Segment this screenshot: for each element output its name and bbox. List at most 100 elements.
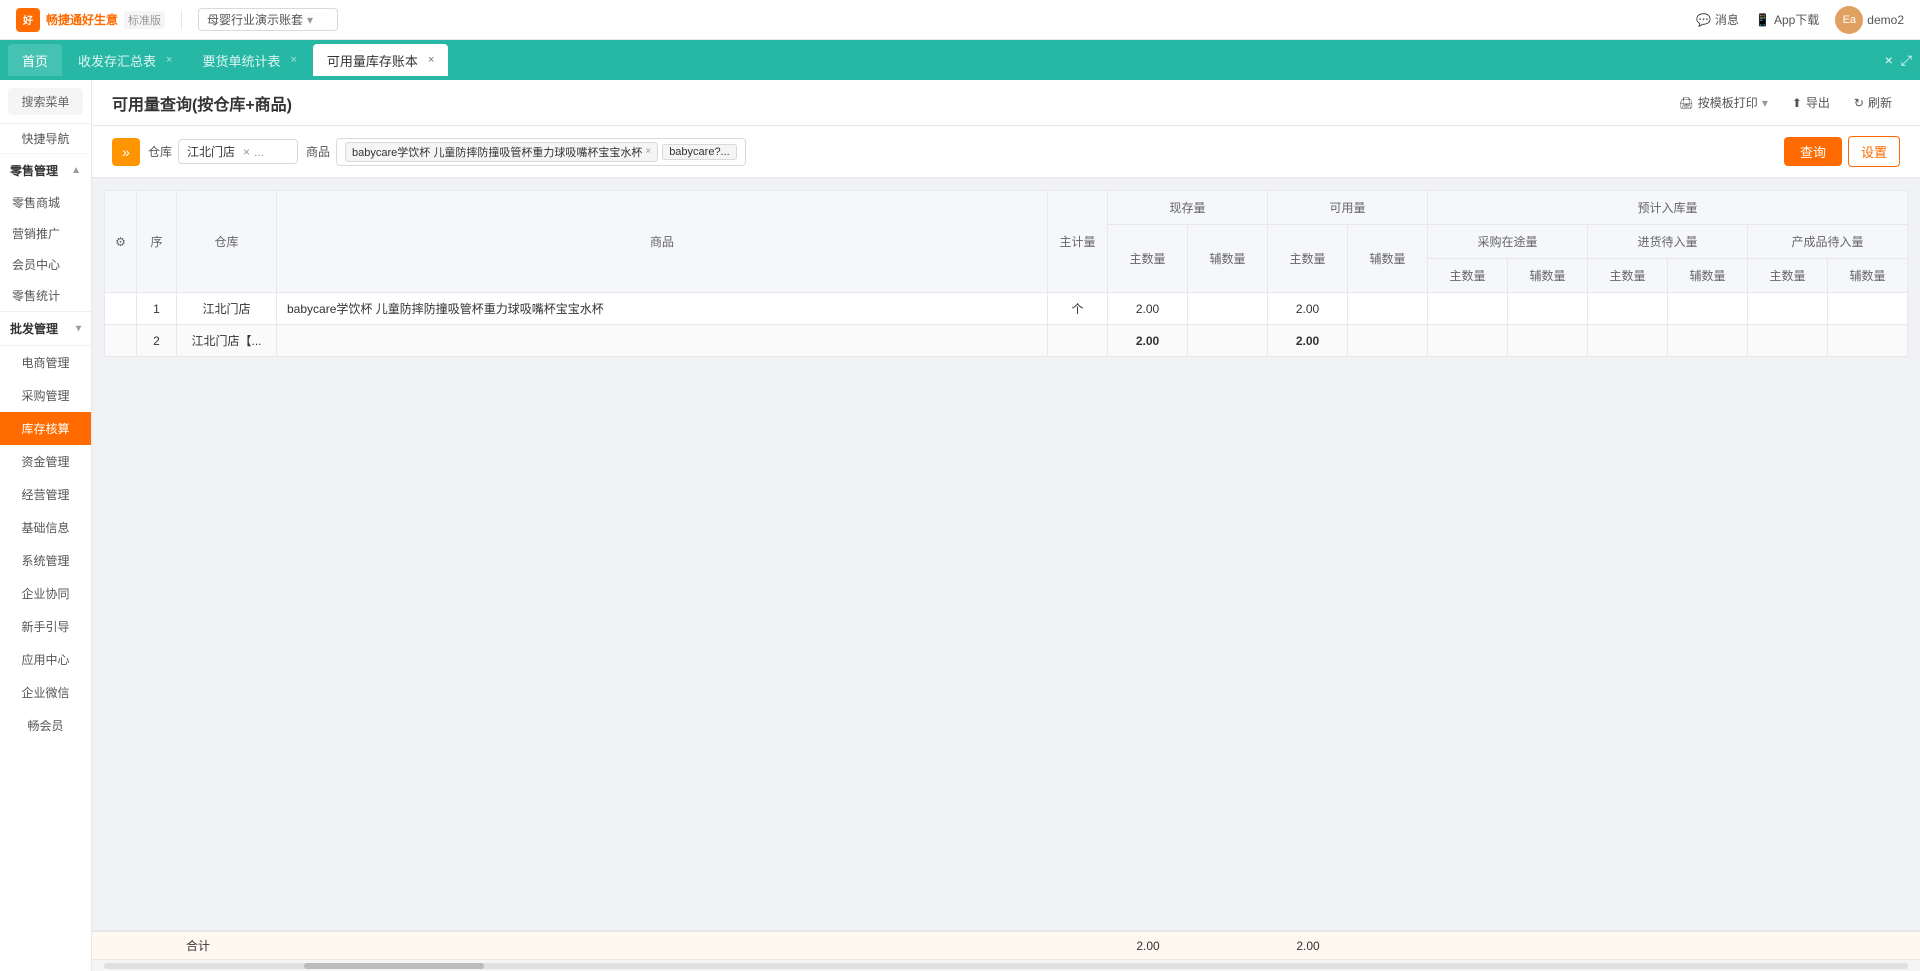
maximize-button[interactable]: ⤢ xyxy=(1901,52,1912,69)
tab-available-stock-close[interactable]: × xyxy=(428,54,434,66)
cell-production-main-2 xyxy=(1748,325,1828,357)
cell-current-aux-2 xyxy=(1188,325,1268,357)
sidebar-item-member[interactable]: 畅会员 xyxy=(0,709,91,742)
th-production-aux: 辅数量 xyxy=(1828,259,1908,293)
warehouse-filter-label: 仓库 xyxy=(148,143,172,160)
sidebar-item-inventory[interactable]: 库存核算 xyxy=(0,412,91,445)
sidebar-item-basic-info[interactable]: 基础信息 xyxy=(0,511,91,544)
warehouse-filter-input[interactable]: 江北门店 × ... xyxy=(178,139,298,164)
tab-receipt-summary-close[interactable]: × xyxy=(166,54,172,66)
sidebar-section-retail-header[interactable]: 零售管理 ▲ xyxy=(0,154,91,187)
th-available-aux: 辅数量 xyxy=(1348,225,1428,293)
sidebar-section-retail: 零售管理 ▲ 零售商城 营销推广 会员中心 零售统计 xyxy=(0,154,91,312)
cell-current-main-2: 2.00 xyxy=(1108,325,1188,357)
cell-current-aux-1 xyxy=(1188,293,1268,325)
print-icon: 🖨 xyxy=(1679,96,1694,110)
sidebar-item-enterprise[interactable]: 企业协同 xyxy=(0,577,91,610)
export-button[interactable]: ⬆ 导出 xyxy=(1784,90,1838,115)
tab-order-stats-label: 要货单统计表 xyxy=(202,51,280,70)
table-row: 1 江北门店 babycare学饮杯 儿童防摔防撞吸管杯重力球吸嘴杯宝宝水杯 个… xyxy=(105,293,1908,325)
cell-no-2: 2 xyxy=(137,325,177,357)
tenant-name: 母婴行业演示账套 xyxy=(207,11,303,28)
cell-unit-1: 个 xyxy=(1048,293,1108,325)
scrollbar-thumb[interactable] xyxy=(304,963,484,969)
search-menu-button[interactable]: 搜索菜单 xyxy=(8,88,83,115)
sidebar-item-retail-stats[interactable]: 零售统计 xyxy=(0,280,91,311)
settings-button[interactable]: 设置 xyxy=(1848,136,1900,167)
tab-order-stats[interactable]: 要货单统计表 × xyxy=(188,44,310,76)
warehouse-filter-close-icon[interactable]: × xyxy=(243,145,250,159)
th-available-main: 主数量 xyxy=(1268,225,1348,293)
sidebar-item-new-guide[interactable]: 新手引导 xyxy=(0,610,91,643)
warehouse-filter-group: 仓库 江北门店 × ... xyxy=(148,139,298,164)
app-icon: 📱 xyxy=(1755,13,1770,27)
tab-home[interactable]: 首页 xyxy=(8,44,62,76)
sidebar-item-operations[interactable]: 经营管理 xyxy=(0,478,91,511)
th-available: 可用量 xyxy=(1268,191,1428,225)
close-all-tabs-button[interactable]: × xyxy=(1885,52,1893,68)
logo-icon: 好 xyxy=(16,8,40,32)
sidebar-item-ecommerce[interactable]: 电商管理 xyxy=(0,346,91,379)
cell-unit-2 xyxy=(1048,325,1108,357)
cell-settings-2 xyxy=(105,325,137,357)
nav-tabs-bar: 首页 收发存汇总表 × 要货单统计表 × 可用量库存账本 × × ⤢ xyxy=(0,40,1920,80)
warehouse-filter-value: 江北门店 xyxy=(187,143,235,160)
horizontal-scrollbar[interactable] xyxy=(92,959,1920,971)
sidebar-section-wholesale: 批发管理 ▾ xyxy=(0,312,91,346)
th-purchase-transit: 采购在途量 xyxy=(1428,225,1588,259)
th-incoming-aux: 辅数量 xyxy=(1668,259,1748,293)
sidebar-item-members[interactable]: 会员中心 xyxy=(0,249,91,280)
th-purchase-aux: 辅数量 xyxy=(1508,259,1588,293)
sidebar-retail-label: 零售管理 xyxy=(10,162,58,179)
user-info[interactable]: Ea demo2 xyxy=(1835,6,1904,34)
product-filter-group: 商品 babycare学饮杯 儿童防摔防撞吸管杯重力球吸嘴杯宝宝水杯 × bab… xyxy=(306,138,746,166)
cell-available-aux-1 xyxy=(1348,293,1428,325)
table-container: ⚙ 序 仓库 商品 主计量 xyxy=(92,178,1920,930)
tab-available-stock[interactable]: 可用量库存账本 × xyxy=(313,44,448,76)
sidebar-item-retail-mall[interactable]: 零售商城 xyxy=(0,187,91,218)
th-planned-inbound: 预计入库量 xyxy=(1428,191,1908,225)
product-tag-2: babycare?... xyxy=(662,144,737,160)
cell-production-aux-1 xyxy=(1828,293,1908,325)
message-button[interactable]: 💬 消息 xyxy=(1696,11,1739,28)
query-button[interactable]: 查询 xyxy=(1784,137,1842,166)
cell-incoming-aux-1 xyxy=(1668,293,1748,325)
sidebar-item-app-center[interactable]: 应用中心 xyxy=(0,643,91,676)
sidebar-section-wholesale-header[interactable]: 批发管理 ▾ xyxy=(0,312,91,345)
th-settings[interactable]: ⚙ xyxy=(105,191,137,293)
logo-area: 好 畅捷通好生意 标准版 xyxy=(16,8,165,32)
table-row: 2 江北门店【... 2.00 2.00 xyxy=(105,325,1908,357)
footer-label: 合计 xyxy=(176,932,276,959)
footer-current-main: 2.00 xyxy=(1108,932,1188,959)
app-download-button[interactable]: 📱 App下载 xyxy=(1755,11,1819,28)
cell-purchase-aux-2 xyxy=(1508,325,1588,357)
tenant-selector[interactable]: 母婴行业演示账套 ▾ xyxy=(198,8,338,31)
tab-receipt-summary[interactable]: 收发存汇总表 × xyxy=(64,44,186,76)
th-incoming-main: 主数量 xyxy=(1588,259,1668,293)
refresh-button[interactable]: ↻ 刷新 xyxy=(1846,90,1900,115)
refresh-icon: ↻ xyxy=(1854,96,1864,110)
filter-toggle-button[interactable]: » xyxy=(112,138,140,166)
sidebar-quick-nav[interactable]: 快捷导航 xyxy=(0,124,91,154)
cell-no-1: 1 xyxy=(137,293,177,325)
template-badge: 标准版 xyxy=(124,11,165,29)
sidebar: 搜索菜单 快捷导航 零售管理 ▲ 零售商城 营销推广 会员中心 零售统计 批发管… xyxy=(0,80,92,971)
sidebar-wholesale-label: 批发管理 xyxy=(10,320,58,337)
product-tag-1-close[interactable]: × xyxy=(645,146,651,157)
print-template-button[interactable]: 🖨 按模板打印 ▾ xyxy=(1671,90,1776,115)
sidebar-item-purchase[interactable]: 采购管理 xyxy=(0,379,91,412)
cell-incoming-main-1 xyxy=(1588,293,1668,325)
content-area: 可用量查询(按仓库+商品) 🖨 按模板打印 ▾ ⬆ 导出 ↻ 刷新 » xyxy=(92,80,1920,971)
sidebar-item-marketing[interactable]: 营销推广 xyxy=(0,218,91,249)
sidebar-item-system[interactable]: 系统管理 xyxy=(0,544,91,577)
th-current-stock: 现存量 xyxy=(1108,191,1268,225)
sidebar-item-finance[interactable]: 资金管理 xyxy=(0,445,91,478)
sidebar-item-enterprise-wechat[interactable]: 企业微信 xyxy=(0,676,91,709)
cell-warehouse-2: 江北门店【... xyxy=(177,325,277,357)
top-bar-left: 好 畅捷通好生意 标准版 母婴行业演示账套 ▾ xyxy=(16,8,338,32)
product-filter-input[interactable]: babycare学饮杯 儿童防摔防撞吸管杯重力球吸嘴杯宝宝水杯 × babyca… xyxy=(336,138,746,166)
tab-order-stats-close[interactable]: × xyxy=(290,54,296,66)
th-production-pending: 产成品待入量 xyxy=(1748,225,1908,259)
tab-home-label: 首页 xyxy=(22,51,48,70)
warehouse-filter-more[interactable]: ... xyxy=(254,145,264,159)
